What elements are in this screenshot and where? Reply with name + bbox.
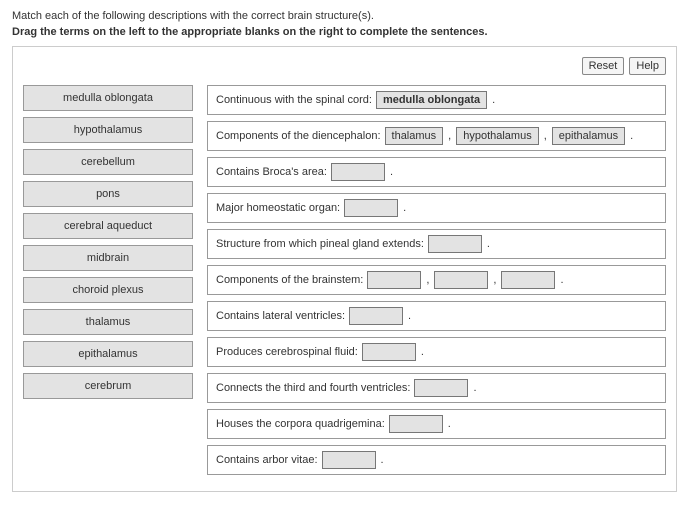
sentence-text: Contains arbor vitae: (216, 454, 318, 466)
sentence-2: Components of the diencephalon: thalamus… (207, 121, 666, 151)
sentence-text: Components of the brainstem: (216, 274, 363, 286)
sentence-end: . (559, 274, 564, 286)
term-cerebrum[interactable]: cerebrum (23, 373, 193, 399)
drop-target-blank[interactable] (362, 343, 416, 361)
sentence-text: Structure from which pineal gland extend… (216, 238, 424, 250)
sentence-10: Houses the corpora quadrigemina: . (207, 409, 666, 439)
term-thalamus[interactable]: thalamus (23, 309, 193, 335)
sentence-end: . (380, 454, 385, 466)
term-cerebellum[interactable]: cerebellum (23, 149, 193, 175)
sentence-end: . (486, 238, 491, 250)
sentence-text: Connects the third and fourth ventricles… (216, 382, 410, 394)
drop-target-blank[interactable] (389, 415, 443, 433)
drop-target-filled[interactable]: thalamus (385, 127, 444, 145)
drop-target-blank[interactable] (331, 163, 385, 181)
term-midbrain[interactable]: midbrain (23, 245, 193, 271)
term-medulla-oblongata[interactable]: medulla oblongata (23, 85, 193, 111)
instruction-line-1: Match each of the following descriptions… (12, 10, 677, 22)
sentence-end: . (447, 418, 452, 430)
sentence-text: Continuous with the spinal cord: (216, 94, 372, 106)
drop-target-blank[interactable] (434, 271, 488, 289)
term-epithalamus[interactable]: epithalamus (23, 341, 193, 367)
sentence-3: Contains Broca's area: . (207, 157, 666, 187)
separator: , (543, 130, 548, 142)
sentence-1: Continuous with the spinal cord: medulla… (207, 85, 666, 115)
sentence-end: . (491, 94, 496, 106)
sentence-6: Components of the brainstem: , , . (207, 265, 666, 295)
separator: , (425, 274, 430, 286)
drop-target-blank[interactable] (428, 235, 482, 253)
term-choroid-plexus[interactable]: choroid plexus (23, 277, 193, 303)
sentence-text: Contains Broca's area: (216, 166, 327, 178)
sentence-end: . (420, 346, 425, 358)
drop-target-blank[interactable] (501, 271, 555, 289)
sentence-text: Components of the diencephalon: (216, 130, 381, 142)
drop-target-blank[interactable] (367, 271, 421, 289)
term-pons[interactable]: pons (23, 181, 193, 207)
sentence-end: . (407, 310, 412, 322)
sentence-text: Major homeostatic organ: (216, 202, 340, 214)
term-hypothalamus[interactable]: hypothalamus (23, 117, 193, 143)
drop-target-filled[interactable]: medulla oblongata (376, 91, 487, 109)
sentence-11: Contains arbor vitae: . (207, 445, 666, 475)
sentence-end: . (402, 202, 407, 214)
sentence-8: Produces cerebrospinal fluid: . (207, 337, 666, 367)
exercise-panel: Reset Help medulla oblongata hypothalamu… (12, 46, 677, 492)
terms-column: medulla oblongata hypothalamus cerebellu… (23, 85, 193, 481)
sentence-text: Produces cerebrospinal fluid: (216, 346, 358, 358)
sentence-end: . (389, 166, 394, 178)
help-button[interactable]: Help (629, 57, 666, 75)
sentence-5: Structure from which pineal gland extend… (207, 229, 666, 259)
drop-target-blank[interactable] (414, 379, 468, 397)
sentence-9: Connects the third and fourth ventricles… (207, 373, 666, 403)
separator: , (447, 130, 452, 142)
sentence-7: Contains lateral ventricles: . (207, 301, 666, 331)
sentence-end: . (629, 130, 634, 142)
columns: medulla oblongata hypothalamus cerebellu… (23, 85, 666, 481)
sentence-text: Houses the corpora quadrigemina: (216, 418, 385, 430)
drop-target-filled[interactable]: epithalamus (552, 127, 625, 145)
drop-target-filled[interactable]: hypothalamus (456, 127, 539, 145)
instruction-line-2: Drag the terms on the left to the approp… (12, 26, 677, 38)
sentence-end: . (472, 382, 477, 394)
sentence-text: Contains lateral ventricles: (216, 310, 345, 322)
sentence-4: Major homeostatic organ: . (207, 193, 666, 223)
drop-target-blank[interactable] (322, 451, 376, 469)
separator: , (492, 274, 497, 286)
reset-button[interactable]: Reset (582, 57, 625, 75)
toolbar: Reset Help (23, 57, 666, 75)
drop-target-blank[interactable] (344, 199, 398, 217)
sentences-column: Continuous with the spinal cord: medulla… (207, 85, 666, 481)
drop-target-blank[interactable] (349, 307, 403, 325)
term-cerebral-aqueduct[interactable]: cerebral aqueduct (23, 213, 193, 239)
